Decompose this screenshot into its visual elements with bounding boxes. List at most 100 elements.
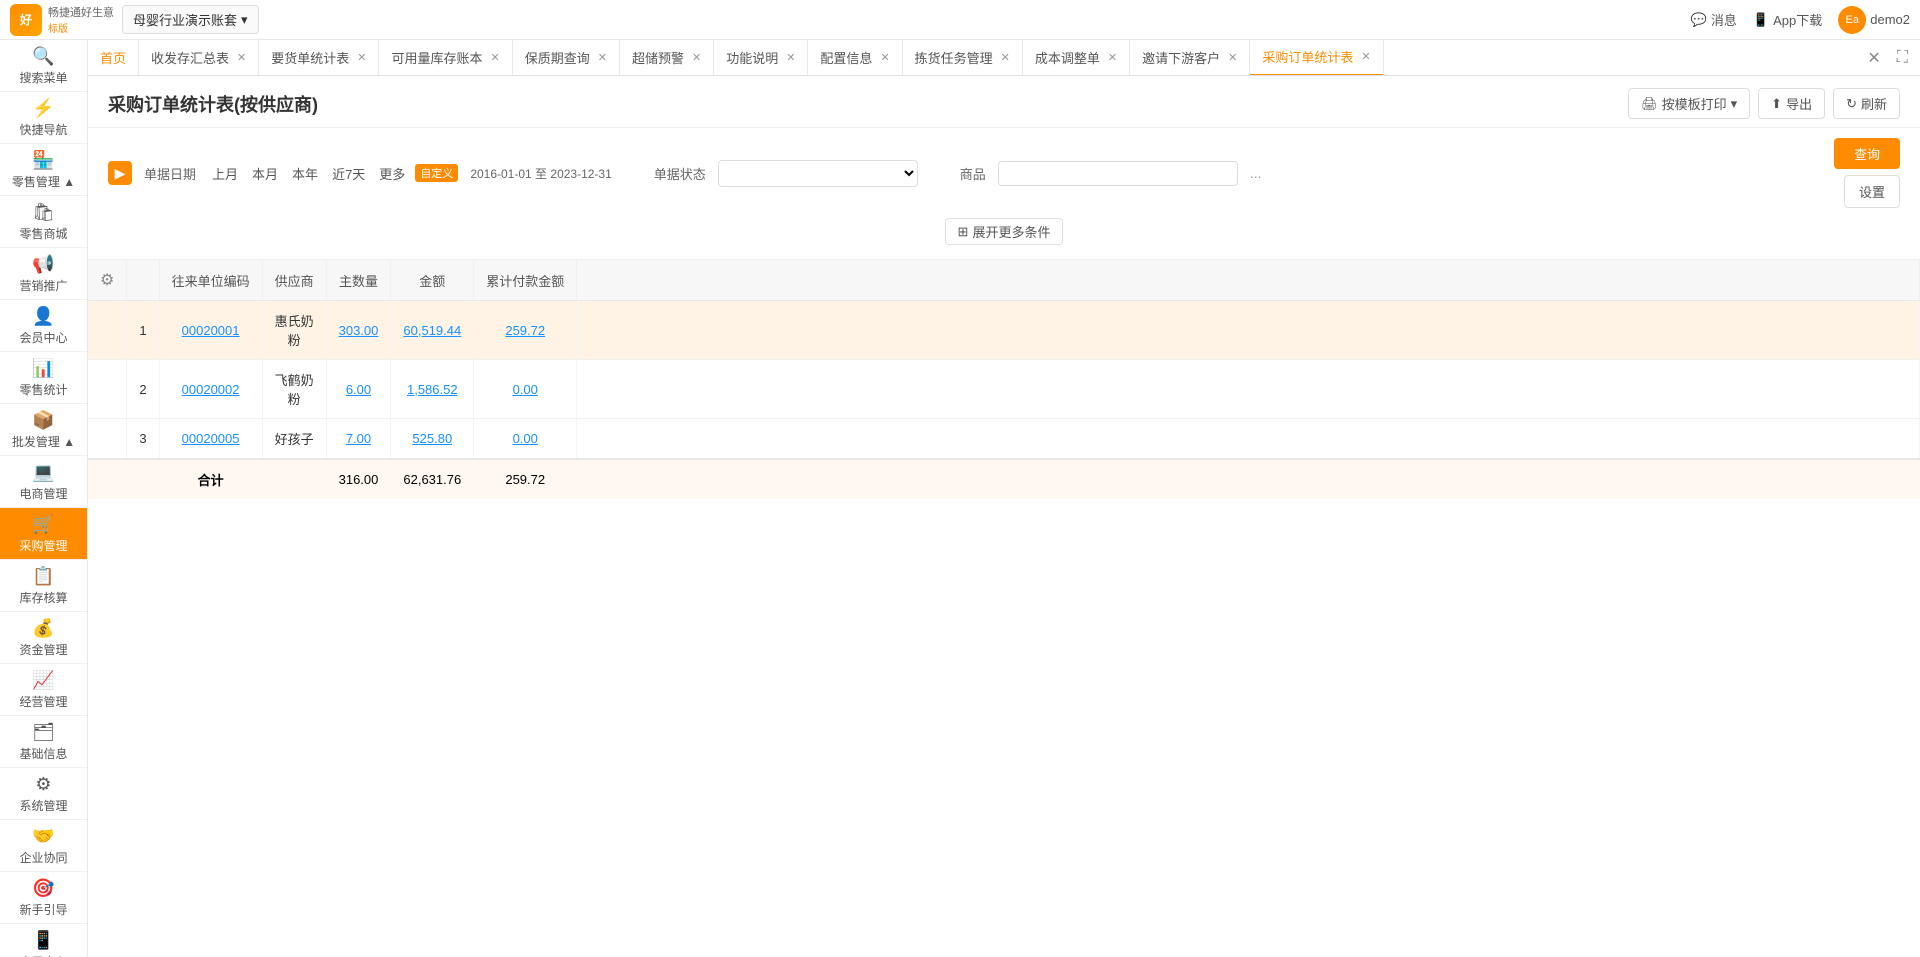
row-amount[interactable]: 1,586.52 xyxy=(391,360,474,419)
tab-yaoqing[interactable]: 邀请下游客户 ✕ xyxy=(1130,40,1250,76)
col-supplier: 供应商 xyxy=(262,260,326,301)
sidebar-item-appcenter[interactable]: 📱应用中心 xyxy=(0,924,87,957)
tab-home[interactable]: 首页 xyxy=(88,40,139,76)
tab-chengben[interactable]: 成本调整单✕ xyxy=(1023,40,1130,76)
row-code[interactable]: 00020002 xyxy=(159,360,262,419)
tab-close-icon[interactable]: ✕ xyxy=(1108,51,1117,64)
enterprise-icon: 🤝 xyxy=(32,826,54,847)
tab-peizhi[interactable]: 配置信息✕ xyxy=(808,40,902,76)
footer-paid: 259.72 xyxy=(474,459,577,499)
this-year-btn[interactable]: 本年 xyxy=(288,162,322,185)
sidebar-item-label: 新手引导 xyxy=(19,901,67,918)
tab-close-icon[interactable]: ✕ xyxy=(1228,51,1237,64)
sidebar-item-retail[interactable]: 🏪零售管理 ▲ xyxy=(0,144,87,196)
tab-close-icon[interactable]: ✕ xyxy=(880,51,889,64)
sidebar-item-newguide[interactable]: 🎯新手引导 xyxy=(0,872,87,924)
print-button[interactable]: 🖨 按模板打印 ▾ xyxy=(1628,88,1750,119)
status-filter-label: 单据状态 xyxy=(654,164,706,183)
row-qty[interactable]: 7.00 xyxy=(326,419,391,460)
row-paid[interactable]: 0.00 xyxy=(474,419,577,460)
sidebar-item-basic[interactable]: 🗂基础信息 xyxy=(0,716,87,768)
goods-input[interactable] xyxy=(998,161,1238,186)
tab-label: 采购订单统计表 xyxy=(1262,47,1353,66)
tab-yaohuo[interactable]: 要货单统计表✕ xyxy=(259,40,379,76)
app-download-button[interactable]: 📱 App下载 xyxy=(1753,10,1822,29)
sidebar-item-marketing[interactable]: 📢营销推广 xyxy=(0,248,87,300)
message-button[interactable]: 💬 消息 xyxy=(1691,10,1737,29)
tab-close-icon[interactable]: ✕ xyxy=(786,51,795,64)
tab-close-icon[interactable]: ✕ xyxy=(692,51,701,64)
sidebar-item-purchase[interactable]: 🛒采购管理 xyxy=(0,508,87,560)
export-icon: ⬆ xyxy=(1771,96,1782,112)
tab-close-icon[interactable]: ✕ xyxy=(1361,50,1370,63)
row-supplier: 惠氏奶粉 xyxy=(262,301,326,360)
sidebar-item-stock[interactable]: 📋库存核算 xyxy=(0,560,87,612)
tab-keyong[interactable]: 可用量库存账本✕ xyxy=(379,40,512,76)
more-fields-icon[interactable]: ... xyxy=(1250,165,1262,181)
batch-icon: 📦 xyxy=(32,410,54,431)
tab-close-icon[interactable]: ✕ xyxy=(598,51,607,64)
export-button[interactable]: ⬆ 导出 xyxy=(1758,88,1825,119)
tab-caigou[interactable]: 采购订单统计表 ✕ xyxy=(1250,40,1383,76)
row-settings xyxy=(88,301,127,360)
sidebar-item-retail-stat[interactable]: 📊零售统计 xyxy=(0,352,87,404)
query-button[interactable]: 查询 xyxy=(1834,138,1900,169)
printer-icon: 🖨 xyxy=(1641,96,1658,112)
ops-icon: 📈 xyxy=(32,670,54,691)
row-paid[interactable]: 259.72 xyxy=(474,301,577,360)
col-settings: ⚙ xyxy=(88,260,127,301)
top-bar: 好 畅捷通好生意 标版 母婴行业演示账套 ▾ 💬 消息 📱 App下载 Ea d… xyxy=(0,0,1920,40)
column-settings-icon[interactable]: ⚙ xyxy=(100,272,114,289)
tab-shoufa[interactable]: 收发存汇总表✕ xyxy=(139,40,259,76)
this-month-btn[interactable]: 本月 xyxy=(248,162,282,185)
row-extra xyxy=(577,301,1920,360)
filter-settings-button[interactable]: 设置 xyxy=(1844,175,1900,208)
sidebar-item-quick[interactable]: ⚡快捷导航 xyxy=(0,92,87,144)
sidebar-item-member[interactable]: 👤会员中心 xyxy=(0,300,87,352)
member-icon: 👤 xyxy=(32,306,54,327)
row-code[interactable]: 00020001 xyxy=(159,301,262,360)
tab-close-icon[interactable]: ✕ xyxy=(357,51,366,64)
sidebar-item-ops[interactable]: 📈经营管理 xyxy=(0,664,87,716)
7days-btn[interactable]: 近7天 xyxy=(328,162,369,185)
tab-baozhi[interactable]: 保质期查询✕ xyxy=(513,40,620,76)
row-qty[interactable]: 303.00 xyxy=(326,301,391,360)
sidebar-item-store[interactable]: 🛍 零售商城 xyxy=(0,196,87,248)
expand-more-btn[interactable]: ⊞ 展开更多条件 xyxy=(945,218,1064,245)
tab-close-icon[interactable]: ✕ xyxy=(491,51,500,64)
tab-label: 邀请下游客户 xyxy=(1142,48,1220,67)
status-select[interactable] xyxy=(718,160,918,187)
close-tab-icon[interactable]: ✕ xyxy=(1863,44,1884,72)
user-profile[interactable]: Ea demo2 xyxy=(1838,6,1910,34)
store-icon: 🛍 xyxy=(32,202,55,223)
row-paid[interactable]: 0.00 xyxy=(474,360,577,419)
sidebar-item-batch[interactable]: 📦批发管理 ▲ xyxy=(0,404,87,456)
more-date-btn[interactable]: 更多 xyxy=(375,162,409,185)
tab-tuo[interactable]: 拣货任务管理✕ xyxy=(903,40,1023,76)
filter-area: ▶ 单据日期 上月 本月 本年 近7天 更多 自定义 2016-01-01 至 … xyxy=(88,128,1920,260)
tab-chaochujingbao[interactable]: 超储预警 ✕ xyxy=(620,40,714,76)
sidebar-item-system[interactable]: ⚙系统管理 xyxy=(0,768,87,820)
goods-filter-label: 商品 xyxy=(960,164,986,183)
row-qty[interactable]: 6.00 xyxy=(326,360,391,419)
tab-gongneng[interactable]: 功能说明✕ xyxy=(714,40,808,76)
filter-toggle-btn[interactable]: ▶ xyxy=(108,161,132,185)
sidebar-item-enterprise[interactable]: 🤝企业协同 xyxy=(0,820,87,872)
sidebar-item-search[interactable]: 🔍搜索菜单 xyxy=(0,40,87,92)
sidebar-item-ecom[interactable]: 💻电商管理 xyxy=(0,456,87,508)
maximize-icon[interactable]: ⛶ xyxy=(1893,45,1912,71)
tab-label: 超储预警 xyxy=(632,48,684,67)
tab-close-icon[interactable]: ✕ xyxy=(237,51,246,64)
row-amount[interactable]: 525.80 xyxy=(391,419,474,460)
sidebar: 🔍搜索菜单⚡快捷导航🏪零售管理 ▲ 🛍 零售商城 📢营销推广👤会员中心📊零售统计📦批发… xyxy=(0,40,88,957)
workspace-selector[interactable]: 母婴行业演示账套 ▾ xyxy=(122,5,259,34)
row-code[interactable]: 00020005 xyxy=(159,419,262,460)
refresh-button[interactable]: ↻ 刷新 xyxy=(1833,88,1900,119)
row-amount[interactable]: 60,519.44 xyxy=(391,301,474,360)
last-month-btn[interactable]: 上月 xyxy=(208,162,242,185)
content-area: 首页收发存汇总表✕要货单统计表✕可用量库存账本✕保质期查询✕超储预警✕功能说明✕… xyxy=(88,40,1920,957)
sidebar-item-finance[interactable]: 💰资金管理 xyxy=(0,612,87,664)
sidebar-item-label: 基础信息 xyxy=(19,745,67,762)
sidebar-item-label: 零售商城 xyxy=(19,225,67,242)
tab-close-icon[interactable]: ✕ xyxy=(1001,51,1010,64)
